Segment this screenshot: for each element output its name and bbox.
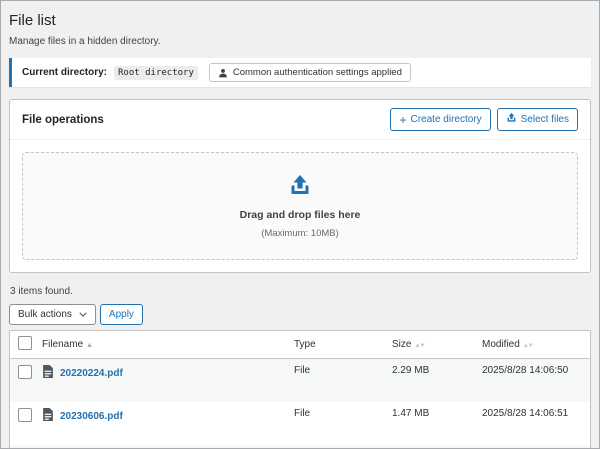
file-operations-panel: File operations + Create directory Selec… <box>9 99 591 273</box>
current-directory-value: Root directory <box>114 65 198 80</box>
file-modified: 2025/8/28 14:06:50 <box>482 365 569 376</box>
dropzone[interactable]: Drag and drop files here (Maximum: 10MB) <box>22 152 578 260</box>
page-subtitle: Manage files in a hidden directory. <box>9 36 161 47</box>
column-header-size[interactable]: Size ▲▼ <box>384 331 474 359</box>
dropzone-text: Drag and drop files here <box>239 209 361 221</box>
select-files-button[interactable]: Select files <box>496 108 578 131</box>
file-list-page: File list Manage files in a hidden direc… <box>0 0 600 449</box>
table-row: 20220224.pdf File 2.29 MB 2025/8/28 14:0… <box>10 358 590 402</box>
auth-settings-label: Common authentication settings applied <box>232 67 402 78</box>
file-table-container: Filename ▲ Type Size ▲▼ Modified ▲▼ 2022… <box>9 330 591 448</box>
file-operations-actions: + Create directory Select files <box>390 108 578 131</box>
file-operations-title: File operations <box>22 113 104 126</box>
column-header-type: Type <box>286 331 384 359</box>
current-directory-label: Current directory: <box>22 67 108 78</box>
file-modified: 2025/8/28 14:06:50 <box>474 445 590 448</box>
file-link[interactable]: 20230606.pdf <box>60 411 123 422</box>
bulk-actions-select[interactable]: Bulk actions <box>9 304 96 325</box>
file-type: File <box>286 445 384 448</box>
file-link[interactable]: 20220224.pdf <box>60 368 123 379</box>
sort-asc-icon: ▲ <box>86 342 94 349</box>
auth-settings-button[interactable]: Common authentication settings applied <box>208 63 411 82</box>
column-header-filename[interactable]: Filename ▲ <box>34 331 286 359</box>
file-size: 1.47 MB <box>392 408 430 419</box>
bulk-actions-bar: Bulk actions Apply <box>9 304 591 325</box>
file-size: 1.71 MB <box>384 445 474 448</box>
user-icon <box>218 68 228 78</box>
select-files-label: Select files <box>520 114 569 125</box>
type-header-label: Type <box>294 339 316 350</box>
apply-label: Apply <box>108 309 134 320</box>
chevron-down-icon <box>79 309 87 320</box>
upload-icon-large <box>288 173 312 202</box>
select-all-checkbox[interactable] <box>18 336 32 350</box>
page-title: File list <box>9 12 56 29</box>
create-directory-button[interactable]: + Create directory <box>390 108 491 131</box>
current-directory-notice: Current directory: Root directory Common… <box>9 58 591 87</box>
file-size: 2.29 MB <box>392 365 430 376</box>
bulk-actions-label: Bulk actions <box>18 309 72 320</box>
apply-button[interactable]: Apply <box>99 304 143 325</box>
file-table: Filename ▲ Type Size ▲▼ Modified ▲▼ 2022… <box>10 331 590 448</box>
sort-both-icon: ▲▼ <box>522 343 534 349</box>
items-count: 3 items found. <box>10 286 73 297</box>
table-header-row: Filename ▲ Type Size ▲▼ Modified ▲▼ <box>10 331 590 359</box>
table-row: 20230606.pdf File 1.47 MB 2025/8/28 14:0… <box>10 402 590 445</box>
file-operations-header: File operations + Create directory Selec… <box>10 100 590 140</box>
row-checkbox[interactable] <box>18 365 32 379</box>
modified-header-label: Modified <box>482 339 520 350</box>
size-header-label: Size <box>392 339 412 350</box>
file-modified: 2025/8/28 14:06:51 <box>482 408 569 419</box>
file-icon <box>42 408 54 424</box>
table-row: 20230610.pdf File 1.71 MB 2025/8/28 14:0… <box>10 445 590 448</box>
plus-icon: + <box>399 112 407 127</box>
file-type: File <box>294 365 311 376</box>
file-icon <box>42 365 54 381</box>
dropzone-max-hint: (Maximum: 10MB) <box>261 228 339 239</box>
sort-both-icon: ▲▼ <box>414 343 425 349</box>
column-header-modified[interactable]: Modified ▲▼ <box>474 331 590 359</box>
filename-header-label: Filename <box>42 339 84 350</box>
create-directory-label: Create directory <box>410 114 482 125</box>
file-type: File <box>294 408 311 419</box>
upload-icon <box>506 112 517 127</box>
row-checkbox[interactable] <box>18 408 32 422</box>
